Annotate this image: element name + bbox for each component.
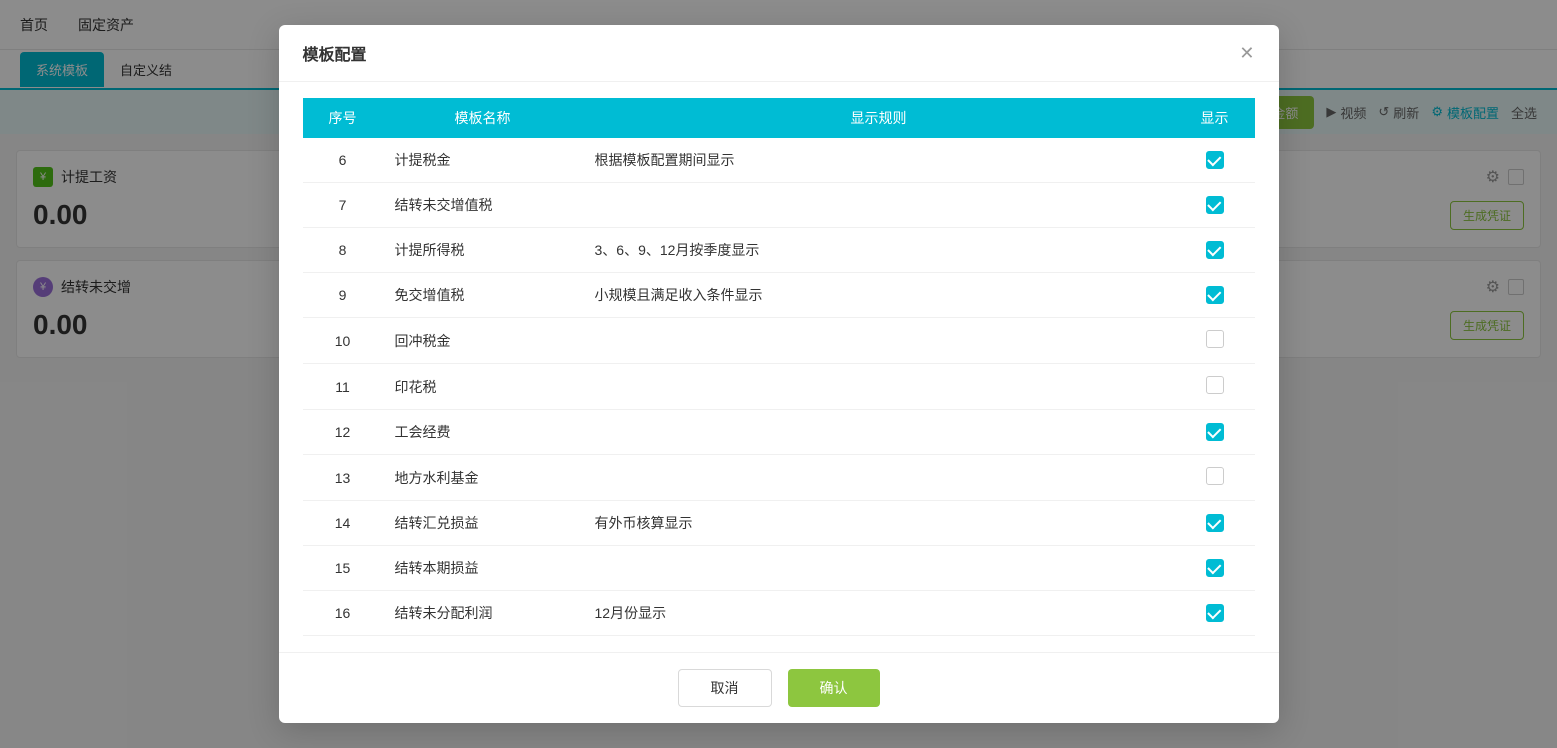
cell-checkbox[interactable] xyxy=(1175,183,1255,228)
cell-rule: 有外币核算显示 xyxy=(583,501,1175,546)
cell-checkbox[interactable] xyxy=(1175,228,1255,273)
cell-rule: 小规模且满足收入条件显示 xyxy=(583,273,1175,318)
checkbox-icon[interactable] xyxy=(1206,286,1224,304)
cell-index: 7 xyxy=(303,183,383,228)
cell-name: 结转未交增值税 xyxy=(383,183,583,228)
cell-rule: 12月份显示 xyxy=(583,591,1175,636)
cell-name: 结转未分配利润 xyxy=(383,591,583,636)
cell-rule xyxy=(583,455,1175,501)
col-header-index: 序号 xyxy=(303,98,383,138)
cell-name: 印花税 xyxy=(383,364,583,410)
cell-checkbox[interactable] xyxy=(1175,273,1255,318)
modal-close-button[interactable]: ✕ xyxy=(1239,44,1254,62)
cell-name: 计提税金 xyxy=(383,138,583,183)
table-row: 14结转汇兑损益有外币核算显示 xyxy=(303,501,1255,546)
checkbox-icon[interactable] xyxy=(1206,559,1224,577)
cell-name: 计提所得税 xyxy=(383,228,583,273)
cell-index: 6 xyxy=(303,138,383,183)
col-header-name: 模板名称 xyxy=(383,98,583,138)
cell-index: 9 xyxy=(303,273,383,318)
cell-rule xyxy=(583,410,1175,455)
config-table: 序号 模板名称 显示规则 显示 6计提税金根据模板配置期间显示7结转未交增值税8… xyxy=(303,98,1255,636)
checkbox-icon[interactable] xyxy=(1206,604,1224,622)
cell-index: 10 xyxy=(303,318,383,364)
cell-checkbox[interactable] xyxy=(1175,410,1255,455)
table-row: 13地方水利基金 xyxy=(303,455,1255,501)
cell-checkbox[interactable] xyxy=(1175,318,1255,364)
cell-checkbox[interactable] xyxy=(1175,501,1255,546)
cell-checkbox[interactable] xyxy=(1175,546,1255,591)
cell-checkbox[interactable] xyxy=(1175,455,1255,501)
col-header-display: 显示 xyxy=(1175,98,1255,138)
cell-name: 结转汇兑损益 xyxy=(383,501,583,546)
modal-header: 模板配置 ✕ xyxy=(279,25,1279,82)
table-row: 11印花税 xyxy=(303,364,1255,410)
cell-rule: 根据模板配置期间显示 xyxy=(583,138,1175,183)
cell-index: 15 xyxy=(303,546,383,591)
col-header-rule: 显示规则 xyxy=(583,98,1175,138)
cell-name: 地方水利基金 xyxy=(383,455,583,501)
checkbox-icon[interactable] xyxy=(1206,514,1224,532)
table-row: 8计提所得税3、6、9、12月按季度显示 xyxy=(303,228,1255,273)
table-row: 16结转未分配利润12月份显示 xyxy=(303,591,1255,636)
modal-template-config: 模板配置 ✕ 序号 模板名称 显示规则 显示 6计提税金根据模板配置期间 xyxy=(279,25,1279,723)
cell-rule xyxy=(583,318,1175,364)
checkbox-icon[interactable] xyxy=(1206,423,1224,441)
cell-index: 11 xyxy=(303,364,383,410)
table-header-row: 序号 模板名称 显示规则 显示 xyxy=(303,98,1255,138)
cell-checkbox[interactable] xyxy=(1175,138,1255,183)
checkbox-icon[interactable] xyxy=(1206,196,1224,214)
checkbox-icon[interactable] xyxy=(1206,151,1224,169)
cell-index: 13 xyxy=(303,455,383,501)
table-body: 6计提税金根据模板配置期间显示7结转未交增值税8计提所得税3、6、9、12月按季… xyxy=(303,138,1255,636)
cell-name: 结转本期损益 xyxy=(383,546,583,591)
confirm-button[interactable]: 确认 xyxy=(788,669,880,707)
table-row: 9免交增值税小规模且满足收入条件显示 xyxy=(303,273,1255,318)
modal-overlay: 模板配置 ✕ 序号 模板名称 显示规则 显示 6计提税金根据模板配置期间 xyxy=(0,0,1557,748)
modal-footer: 取消 确认 xyxy=(279,652,1279,723)
cell-index: 16 xyxy=(303,591,383,636)
table-row: 7结转未交增值税 xyxy=(303,183,1255,228)
checkbox-icon[interactable] xyxy=(1206,330,1224,348)
checkbox-icon[interactable] xyxy=(1206,467,1224,485)
cell-checkbox[interactable] xyxy=(1175,591,1255,636)
cell-name: 回冲税金 xyxy=(383,318,583,364)
modal-body: 序号 模板名称 显示规则 显示 6计提税金根据模板配置期间显示7结转未交增值税8… xyxy=(279,82,1279,652)
cell-checkbox[interactable] xyxy=(1175,364,1255,410)
cell-rule xyxy=(583,546,1175,591)
background-page: 首页 固定资产 系统模板 自定义结 测算金额 ▶ 视频 ↺ 刷新 ⚙ 模板配置 … xyxy=(0,0,1557,748)
cell-rule: 3、6、9、12月按季度显示 xyxy=(583,228,1175,273)
checkbox-icon[interactable] xyxy=(1206,241,1224,259)
cell-rule xyxy=(583,183,1175,228)
cell-name: 工会经费 xyxy=(383,410,583,455)
table-row: 15结转本期损益 xyxy=(303,546,1255,591)
modal-title: 模板配置 xyxy=(303,41,367,65)
cell-index: 14 xyxy=(303,501,383,546)
cell-index: 12 xyxy=(303,410,383,455)
cell-name: 免交增值税 xyxy=(383,273,583,318)
table-row: 10回冲税金 xyxy=(303,318,1255,364)
table-row: 12工会经费 xyxy=(303,410,1255,455)
cell-rule xyxy=(583,364,1175,410)
checkbox-icon[interactable] xyxy=(1206,376,1224,394)
cell-index: 8 xyxy=(303,228,383,273)
table-row: 6计提税金根据模板配置期间显示 xyxy=(303,138,1255,183)
cancel-button[interactable]: 取消 xyxy=(678,669,772,707)
